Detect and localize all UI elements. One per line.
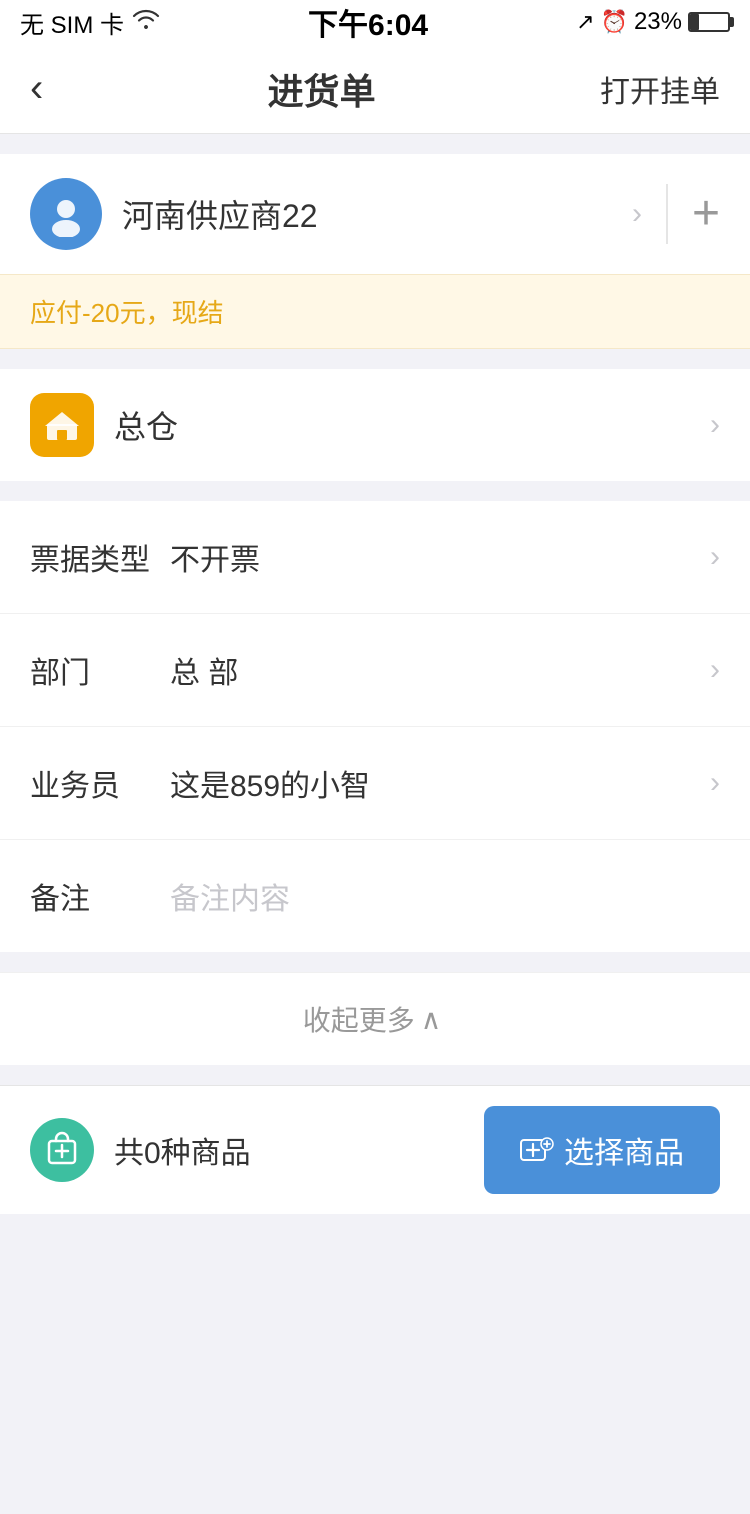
carrier-label: 无 SIM 卡 xyxy=(20,5,124,40)
supplier-chevron-icon: › xyxy=(632,197,642,231)
salesperson-chevron-icon: › xyxy=(710,766,720,800)
alarm-icon: ⏰ xyxy=(601,9,628,35)
add-supplier-button[interactable]: + xyxy=(692,190,720,238)
status-left: 无 SIM 卡 xyxy=(20,5,160,40)
warehouse-icon xyxy=(30,393,94,457)
warehouse-name: 总仓 xyxy=(114,402,710,448)
select-product-button[interactable]: 选择商品 xyxy=(484,1106,720,1194)
form-section: 票据类型 不开票 › 部门 总 部 › 业务员 这是859的小智 › 备注 备注… xyxy=(0,501,750,952)
supplier-divider xyxy=(666,184,668,244)
product-count: 共0种商品 xyxy=(114,1128,484,1172)
department-row[interactable]: 部门 总 部 › xyxy=(0,614,750,727)
salesperson-value: 这是859的小智 xyxy=(170,761,710,805)
supplier-section: 河南供应商22 › + 应付-20元，现结 xyxy=(0,154,750,349)
page-bottom xyxy=(0,1214,750,1514)
warehouse-section[interactable]: 总仓 › xyxy=(0,369,750,481)
remark-label: 备注 xyxy=(30,874,160,918)
salesperson-label: 业务员 xyxy=(30,761,160,805)
notice-text: 应付-20元，现结 xyxy=(30,298,224,328)
open-pending-button[interactable]: 打开挂单 xyxy=(600,67,720,111)
location-icon: ↗ xyxy=(576,9,594,35)
remark-input[interactable]: 备注内容 xyxy=(170,874,720,918)
battery-percent: 23% xyxy=(634,8,682,36)
select-product-label: 选择商品 xyxy=(564,1128,684,1172)
collapse-button[interactable]: 收起更多 ∧ xyxy=(0,972,750,1065)
bottom-product-bar: 共0种商品 选择商品 xyxy=(0,1085,750,1214)
notice-bar: 应付-20元，现结 xyxy=(0,274,750,349)
invoice-chevron-icon: › xyxy=(710,540,720,574)
supplier-row[interactable]: 河南供应商22 › + xyxy=(0,154,750,274)
invoice-label: 票据类型 xyxy=(30,535,160,579)
collapse-icon: ∧ xyxy=(421,1003,442,1036)
nav-bar: ‹ 进货单 打开挂单 xyxy=(0,44,750,134)
page-title: 进货单 xyxy=(268,63,376,115)
department-chevron-icon: › xyxy=(710,653,720,687)
invoice-value: 不开票 xyxy=(170,535,710,579)
status-right: ↗ ⏰ 23% xyxy=(576,8,730,36)
time-display: 下午6:04 xyxy=(308,0,428,44)
invoice-row[interactable]: 票据类型 不开票 › xyxy=(0,501,750,614)
remark-row[interactable]: 备注 备注内容 xyxy=(0,840,750,952)
collapse-label: 收起更多 xyxy=(303,999,415,1039)
warehouse-chevron-icon: › xyxy=(710,408,720,442)
gap-1 xyxy=(0,134,750,154)
battery-icon xyxy=(688,12,730,32)
supplier-avatar xyxy=(30,178,102,250)
wifi-icon xyxy=(132,8,160,37)
back-button[interactable]: ‹ xyxy=(30,66,43,111)
department-value: 总 部 xyxy=(170,648,710,692)
product-icon xyxy=(30,1118,94,1182)
department-label: 部门 xyxy=(30,648,160,692)
supplier-name: 河南供应商22 xyxy=(122,191,632,237)
status-bar: 无 SIM 卡 下午6:04 ↗ ⏰ 23% xyxy=(0,0,750,44)
salesperson-row[interactable]: 业务员 这是859的小智 › xyxy=(0,727,750,840)
